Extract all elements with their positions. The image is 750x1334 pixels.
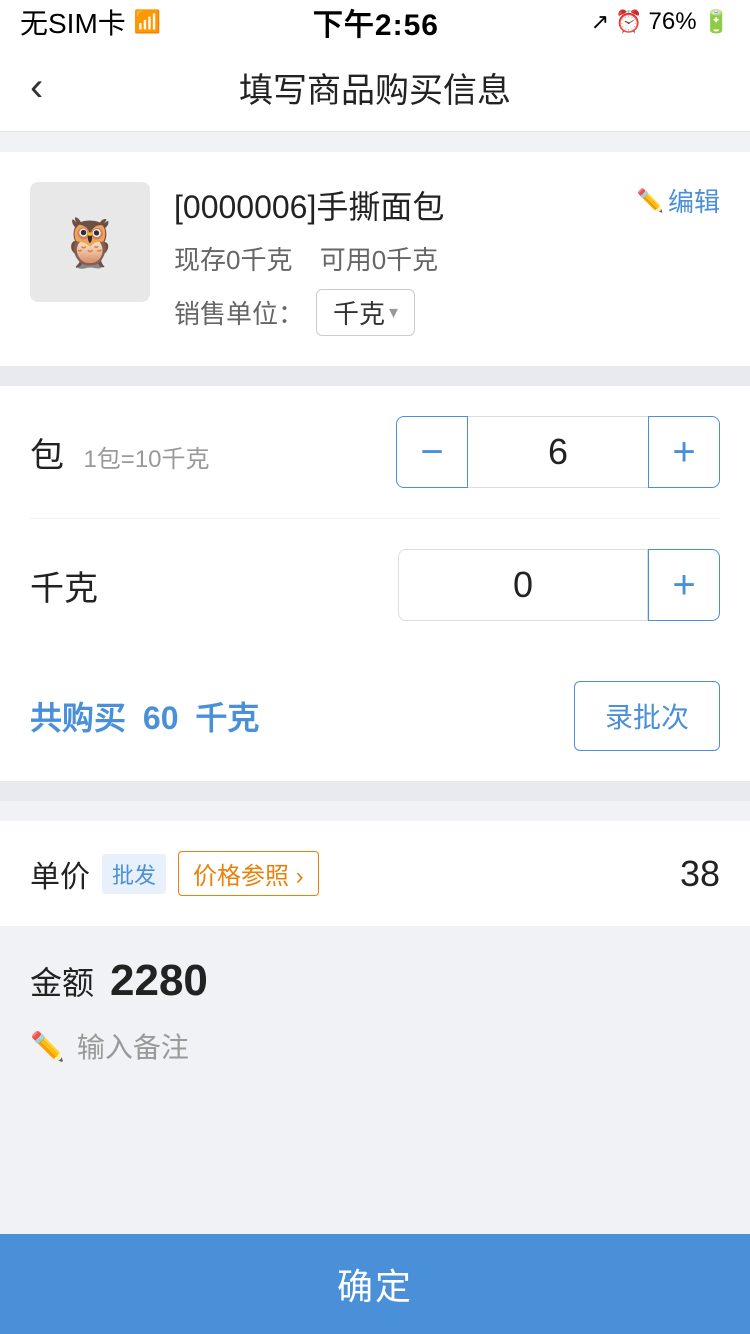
amount-row: 金额 2280 bbox=[30, 956, 720, 1006]
package-label: 包 1包=10千克 bbox=[30, 428, 396, 477]
input-section: 包 1包=10千克 − + 千克 + bbox=[0, 386, 750, 651]
total-prefix: 共购买 bbox=[30, 700, 126, 736]
edit-label: 编辑 bbox=[668, 182, 720, 219]
unit-dropdown[interactable]: 千克 ▾ bbox=[316, 289, 415, 336]
price-value: 38 bbox=[680, 853, 720, 895]
amount-value: 2280 bbox=[110, 956, 208, 1006]
edit-icon: ✏️ bbox=[637, 188, 664, 214]
package-plus-button[interactable]: + bbox=[648, 416, 720, 488]
product-unit-row: 销售单位： 千克 ▾ bbox=[174, 289, 720, 336]
location-icon: ↗ bbox=[591, 9, 609, 35]
product-logo-icon: 🦉 bbox=[60, 214, 120, 271]
pencil-icon: ✏️ bbox=[30, 1030, 65, 1063]
status-indicators: ↗ ⏰ 76% 🔋 bbox=[591, 8, 730, 36]
status-time: 下午2:56 bbox=[313, 0, 439, 44]
package-controls: − + bbox=[396, 416, 720, 488]
unit-value: 千克 bbox=[333, 294, 385, 331]
amount-label: 金额 bbox=[30, 958, 94, 1004]
kg-input[interactable] bbox=[398, 549, 648, 621]
price-left: 单价 批发 价格参照 › bbox=[30, 851, 319, 896]
nav-bar: ‹ 填写商品购买信息 bbox=[0, 44, 750, 132]
price-section: 单价 批发 价格参照 › 38 bbox=[0, 821, 750, 926]
battery-indicator: 76% bbox=[649, 8, 697, 36]
price-label: 单价 bbox=[30, 852, 90, 896]
total-amount: 60 bbox=[143, 700, 179, 736]
product-card: 🦉 [0000006]手撕面包 现存0千克 可用0千克 销售单位： 千克 ▾ ✏… bbox=[0, 152, 750, 366]
package-minus-button[interactable]: − bbox=[396, 416, 468, 488]
carrier-text: 无SIM卡 bbox=[20, 2, 126, 42]
amount-section: 金额 2280 ✏️ 输入备注 bbox=[0, 926, 750, 1234]
total-text: 共购买 60 千克 bbox=[30, 693, 259, 739]
kg-controls: + bbox=[398, 549, 720, 621]
status-carrier: 无SIM卡 📶 bbox=[20, 2, 161, 42]
product-stock: 现存0千克 可用0千克 bbox=[174, 240, 720, 277]
unit-label: 销售单位： bbox=[174, 294, 304, 331]
batch-tag: 批发 bbox=[102, 854, 166, 894]
kg-input-row: 千克 + bbox=[30, 519, 720, 651]
back-button[interactable]: ‹ bbox=[30, 55, 63, 120]
stock-text: 现存0千克 bbox=[174, 245, 292, 275]
package-input-row: 包 1包=10千克 − + bbox=[30, 386, 720, 519]
product-image: 🦉 bbox=[30, 182, 150, 302]
total-unit: 千克 bbox=[195, 700, 259, 736]
total-row: 共购买 60 千克 录批次 bbox=[0, 651, 750, 781]
status-bar: 无SIM卡 📶 下午2:56 ↗ ⏰ 76% 🔋 bbox=[0, 0, 750, 44]
remark-row[interactable]: ✏️ 输入备注 bbox=[30, 1026, 720, 1066]
page-title: 填写商品购买信息 bbox=[239, 63, 511, 112]
dropdown-arrow-icon: ▾ bbox=[389, 302, 398, 323]
divider-1 bbox=[0, 366, 750, 386]
batch-button[interactable]: 录批次 bbox=[574, 681, 720, 751]
divider-2 bbox=[0, 781, 750, 801]
kg-label: 千克 bbox=[30, 561, 398, 610]
kg-plus-button[interactable]: + bbox=[648, 549, 720, 621]
price-reference-button[interactable]: 价格参照 › bbox=[178, 851, 319, 896]
wifi-icon: 📶 bbox=[134, 9, 161, 35]
edit-button[interactable]: ✏️ 编辑 bbox=[637, 182, 720, 219]
available-text: 可用0千克 bbox=[320, 245, 438, 275]
package-input[interactable] bbox=[468, 416, 648, 488]
package-label-text: 包 bbox=[30, 437, 64, 475]
battery-icon: 🔋 bbox=[703, 9, 730, 35]
confirm-button[interactable]: 确定 bbox=[0, 1234, 750, 1334]
remark-placeholder: 输入备注 bbox=[77, 1026, 189, 1066]
alarm-icon: ⏰ bbox=[615, 9, 642, 35]
package-sub-label: 1包=10千克 bbox=[83, 446, 209, 473]
